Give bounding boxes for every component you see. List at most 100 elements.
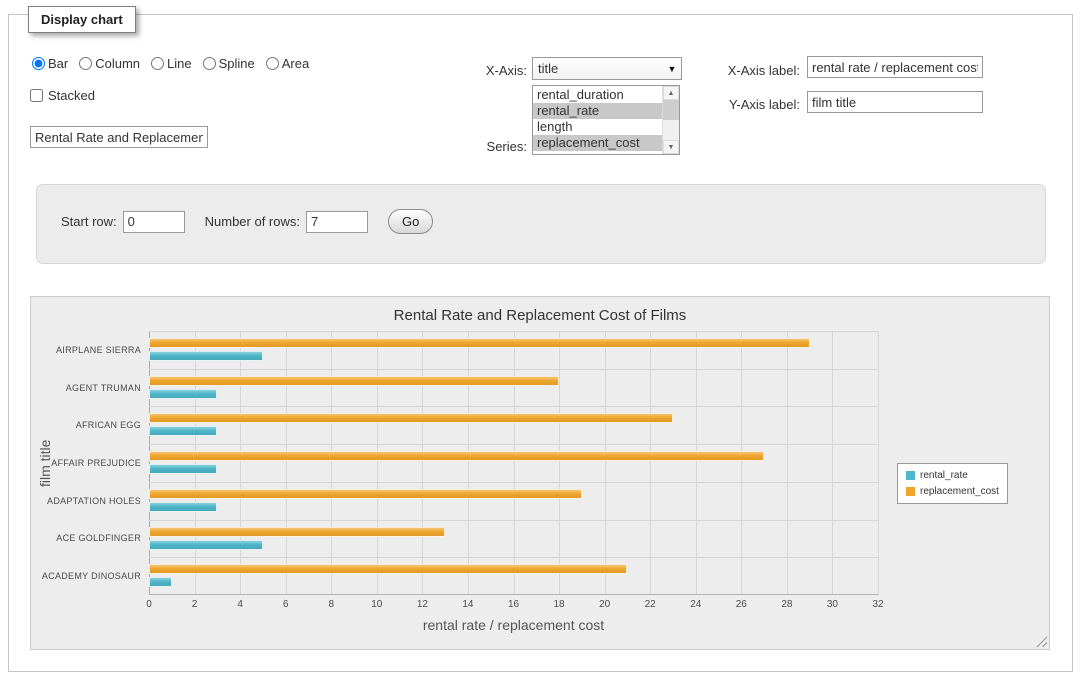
rows-panel-inner: Start row: Number of rows: Go bbox=[61, 209, 433, 234]
bar-replacement_cost[interactable] bbox=[149, 527, 445, 537]
x-tick-label: 30 bbox=[817, 599, 847, 610]
bar-rental_rate[interactable] bbox=[149, 540, 263, 550]
series-scrollbar[interactable]: ▲ ▼ bbox=[662, 86, 679, 154]
chart-legend: rental_rate replacement_cost bbox=[897, 463, 1008, 504]
chart-type-radio-group: Bar Column Line Spline Area bbox=[32, 56, 309, 71]
scrollbar-thumb[interactable] bbox=[663, 100, 679, 120]
bar-replacement_cost[interactable] bbox=[149, 564, 627, 574]
series-option-length[interactable]: length bbox=[533, 119, 662, 135]
gridline-horizontal bbox=[149, 369, 878, 370]
gridline-horizontal bbox=[149, 594, 878, 595]
gridline-vertical bbox=[422, 331, 423, 595]
scroll-down-icon[interactable]: ▼ bbox=[663, 140, 679, 154]
gridline-vertical bbox=[741, 331, 742, 595]
bar-rental_rate[interactable] bbox=[149, 426, 217, 436]
bar-replacement_cost[interactable] bbox=[149, 489, 582, 499]
bar-rental_rate[interactable] bbox=[149, 502, 217, 512]
gridline-vertical bbox=[696, 331, 697, 595]
category-label: AFRICAN EGG bbox=[31, 420, 141, 430]
x-axis-caption: X-Axis: bbox=[440, 63, 527, 78]
x-tick-label: 26 bbox=[726, 599, 756, 610]
series-option-replacement-cost[interactable]: replacement_cost bbox=[533, 135, 662, 151]
x-tick-label: 20 bbox=[590, 599, 620, 610]
bar-replacement_cost[interactable] bbox=[149, 376, 559, 386]
x-axis-label-input[interactable] bbox=[807, 56, 983, 78]
category-label: ACADEMY DINOSAUR bbox=[31, 571, 141, 581]
chart-type-label-spline: Spline bbox=[219, 56, 255, 71]
series-option-rental-rate[interactable]: rental_rate bbox=[533, 103, 662, 119]
chart-type-label-line: Line bbox=[167, 56, 192, 71]
chart-type-radio-spline[interactable] bbox=[203, 57, 216, 70]
gridline-horizontal bbox=[149, 406, 878, 407]
stacked-label: Stacked bbox=[48, 88, 95, 103]
y-axis-label-caption: Y-Axis label: bbox=[706, 97, 800, 112]
num-rows-label: Number of rows: bbox=[205, 214, 300, 229]
series-option-rental-duration[interactable]: rental_duration bbox=[533, 87, 662, 103]
x-axis-select[interactable]: title ▼ bbox=[532, 57, 682, 80]
chart-type-label-column: Column bbox=[95, 56, 140, 71]
scroll-up-icon[interactable]: ▲ bbox=[663, 86, 679, 100]
bar-rental_rate[interactable] bbox=[149, 389, 217, 399]
gridline-vertical bbox=[832, 331, 833, 595]
start-row-input[interactable] bbox=[123, 211, 185, 233]
legend-label-replacement-cost: replacement_cost bbox=[920, 486, 999, 497]
gridline-vertical bbox=[195, 331, 196, 595]
chart-title: Rental Rate and Replacement Cost of Film… bbox=[31, 307, 1049, 324]
category-label: AIRPLANE SIERRA bbox=[31, 345, 141, 355]
bar-replacement_cost[interactable] bbox=[149, 413, 673, 423]
bar-replacement_cost[interactable] bbox=[149, 451, 764, 461]
scrollbar-track[interactable] bbox=[663, 120, 679, 140]
gridline-horizontal bbox=[149, 482, 878, 483]
bar-rental_rate[interactable] bbox=[149, 464, 217, 474]
x-axis-title: rental rate / replacement cost bbox=[149, 617, 878, 633]
category-label: AFFAIR PREJUDICE bbox=[31, 458, 141, 468]
chart-type-radio-line[interactable] bbox=[151, 57, 164, 70]
chart-type-radio-area[interactable] bbox=[266, 57, 279, 70]
x-tick-label: 18 bbox=[544, 599, 574, 610]
series-listbox[interactable]: rental_duration rental_rate length repla… bbox=[532, 85, 680, 155]
chart-type-radio-bar[interactable] bbox=[32, 57, 45, 70]
x-tick-label: 4 bbox=[225, 599, 255, 610]
gridline-vertical bbox=[331, 331, 332, 595]
num-rows-input[interactable] bbox=[306, 211, 368, 233]
y-axis-label-input[interactable] bbox=[807, 91, 983, 113]
x-tick-label: 2 bbox=[180, 599, 210, 610]
bar-rental_rate[interactable] bbox=[149, 577, 172, 587]
legend-label-rental-rate: rental_rate bbox=[920, 470, 968, 481]
x-tick-label: 6 bbox=[271, 599, 301, 610]
bar-replacement_cost[interactable] bbox=[149, 338, 810, 348]
chart-type-label-area: Area bbox=[282, 56, 309, 71]
category-label: ACE GOLDFINGER bbox=[31, 533, 141, 543]
chart-title-input[interactable] bbox=[30, 126, 208, 148]
start-row-label: Start row: bbox=[61, 214, 117, 229]
category-label: ADAPTATION HOLES bbox=[31, 496, 141, 506]
legend-entry-replacement-cost[interactable]: replacement_cost bbox=[906, 486, 999, 497]
fieldset-legend: Display chart bbox=[28, 6, 136, 33]
go-button[interactable]: Go bbox=[388, 209, 433, 234]
gridline-vertical bbox=[468, 331, 469, 595]
x-tick-label: 24 bbox=[681, 599, 711, 610]
x-tick-label: 0 bbox=[134, 599, 164, 610]
x-tick-label: 32 bbox=[863, 599, 893, 610]
x-tick-label: 10 bbox=[362, 599, 392, 610]
gridline-horizontal bbox=[149, 520, 878, 521]
stacked-checkbox[interactable] bbox=[30, 89, 43, 102]
gridline-horizontal bbox=[149, 331, 878, 332]
x-tick-label: 8 bbox=[316, 599, 346, 610]
gridline-horizontal bbox=[149, 444, 878, 445]
resize-grip-icon[interactable] bbox=[1036, 636, 1047, 647]
gridline-vertical bbox=[514, 331, 515, 595]
gridline-vertical bbox=[149, 331, 150, 595]
chart-type-label-bar: Bar bbox=[48, 56, 68, 71]
gridline-vertical bbox=[286, 331, 287, 595]
rows-panel: Start row: Number of rows: Go bbox=[36, 184, 1046, 264]
gridline-vertical bbox=[787, 331, 788, 595]
bar-rental_rate[interactable] bbox=[149, 351, 263, 361]
legend-entry-rental-rate[interactable]: rental_rate bbox=[906, 470, 999, 481]
plot-area bbox=[149, 331, 878, 595]
chart-type-radio-column[interactable] bbox=[79, 57, 92, 70]
x-axis-select-value: title bbox=[533, 61, 663, 76]
legend-swatch-0 bbox=[906, 471, 915, 480]
gridline-horizontal bbox=[149, 557, 878, 558]
gridline-vertical bbox=[605, 331, 606, 595]
